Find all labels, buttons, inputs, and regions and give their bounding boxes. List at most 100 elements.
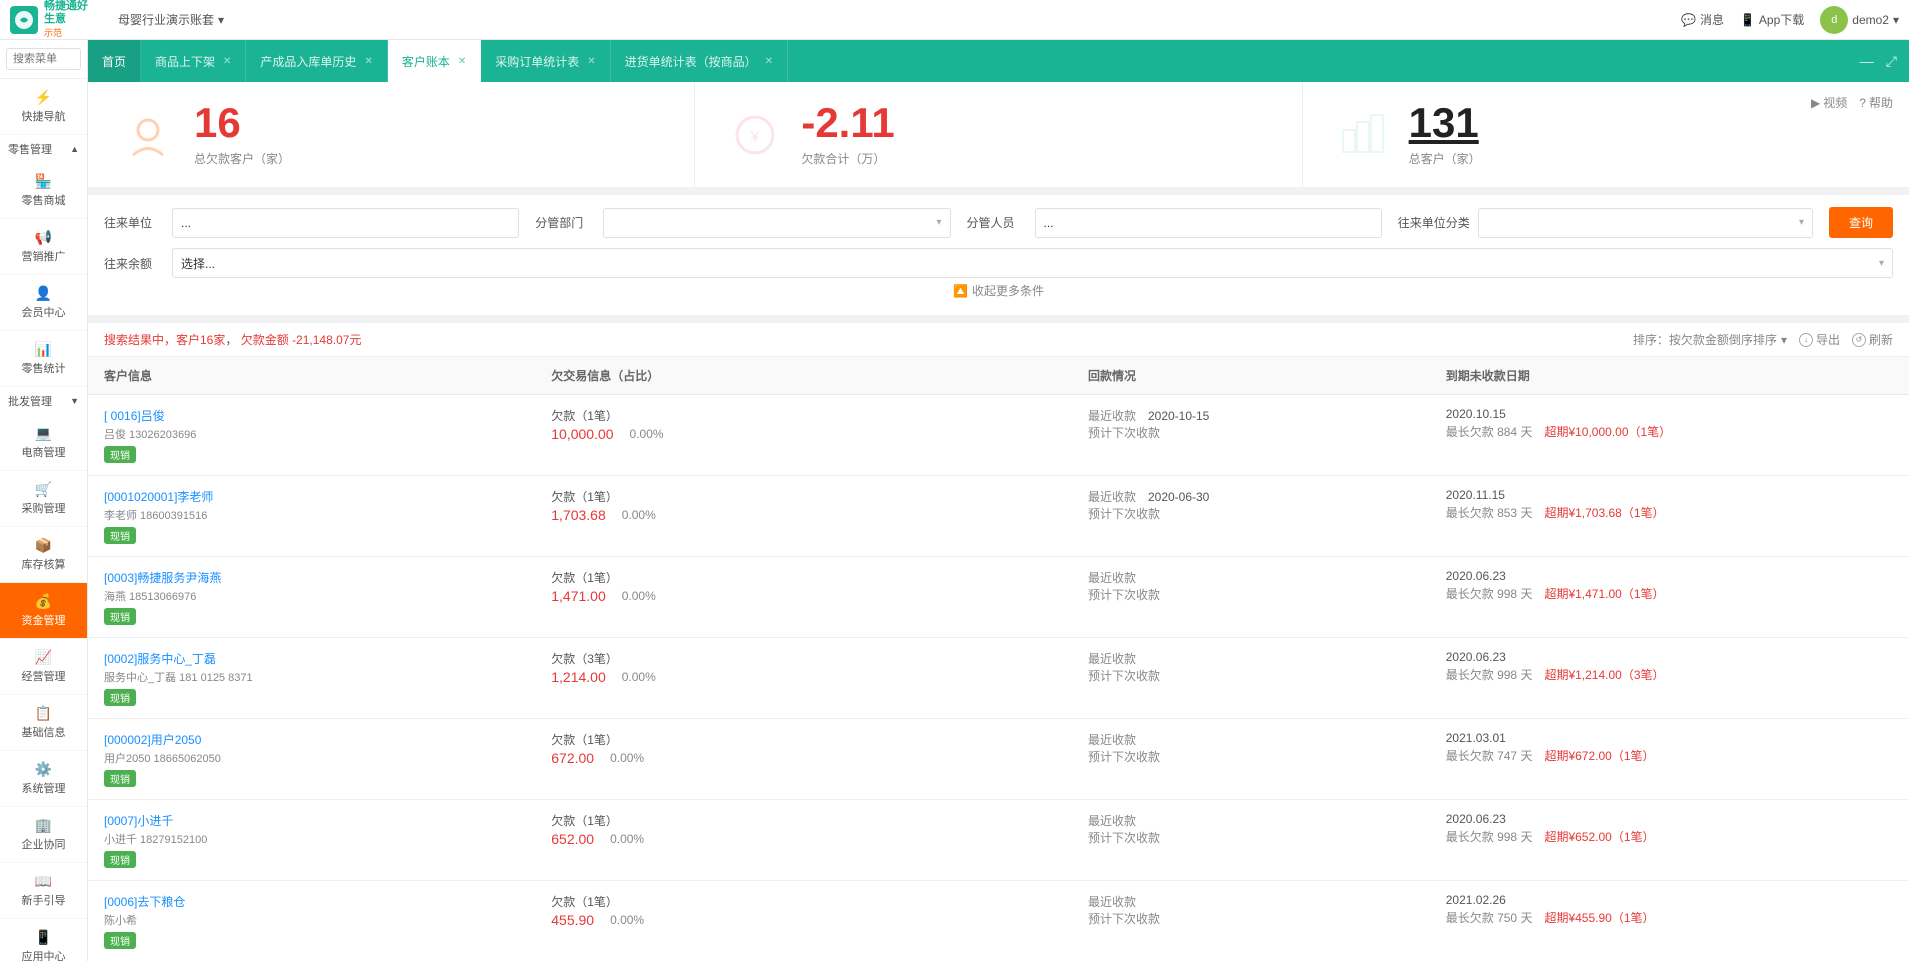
balance-placeholder: 选择... [181,255,215,272]
tab-bar-end: — ⤢ [1856,49,1909,74]
sidebar-item-enterprise[interactable]: 🏢 企业协同 [0,807,87,863]
sidebar-item-operations[interactable]: 📈 经营管理 [0,639,87,695]
tab-label: 采购订单统计表 [495,53,579,70]
message-btn[interactable]: 💬 消息 [1681,11,1724,28]
overdue-date: 2020.10.15 [1446,407,1893,421]
sidebar-item-label: 基础信息 [22,724,66,740]
sidebar-item-purchase[interactable]: 🛒 采购管理 [0,471,87,527]
overdue-amount-link[interactable]: 超期¥1,471.00（1笔） [1544,587,1664,601]
industry-selector[interactable]: 母婴行业演示账套 ▾ [118,11,224,28]
tab-customer-account[interactable]: 客户账本 ✕ [388,40,481,82]
finance-icon: 💰 [35,593,52,610]
sidebar-item-finance[interactable]: 💰 资金管理 [0,583,87,639]
results-bar: 搜索结果中，客户16家， 欠款金额 -21,148.07元 排序：按欠款金额倒序… [88,323,1909,357]
sidebar-item-retail-store[interactable]: 🏪 零售商城 [0,163,87,219]
sidebar-item-label: 企业协同 [22,836,66,852]
customer-phone: 小进千 18279152100 [104,831,551,847]
debt-amount-icon: ¥ [725,105,785,165]
customer-name-link[interactable]: [ 0016]吕俊 [104,409,165,423]
recovery-info: 最近收款 2020-06-30 预计下次收款 [1088,488,1446,522]
tab-home-label: 首页 [102,53,126,70]
tab-production-history[interactable]: 产成品入库单历史 ✕ [246,40,387,82]
customer-name-link[interactable]: [0002]服务中心_丁磊 [104,652,216,666]
user-menu-btn[interactable]: d demo2 ▾ [1820,6,1899,34]
tab-product-status[interactable]: 商品上下架 ✕ [141,40,246,82]
overdue-days: 最长欠款 884 天 超期¥10,000.00（1笔） [1446,423,1893,440]
sidebar-item-app-center[interactable]: 📱 应用中心 [0,919,87,961]
sidebar-item-retail-stats[interactable]: 📊 零售统计 [0,331,87,387]
debt-amount-label: 欠款合计（万） [801,150,894,167]
customer-tag: 现销 [104,446,136,463]
customer-name-link[interactable]: [0003]畅捷服务尹海燕 [104,571,221,585]
overdue-amount-link[interactable]: 超期¥672.00（1笔） [1544,749,1654,763]
sidebar-item-new-guide[interactable]: 📖 新手引导 [0,863,87,919]
ecommerce-icon: 💻 [35,425,52,442]
sort-arrow-icon: ▾ [1781,333,1787,347]
video-btn[interactable]: ▶ 视频 [1811,94,1847,111]
department-select[interactable]: ▾ [603,208,950,238]
sidebar-item-quick-nav[interactable]: ⚡ 快捷导航 [0,79,87,135]
sidebar-item-marketing[interactable]: 📢 营销推广 [0,219,87,275]
overdue-amount-link[interactable]: 超期¥10,000.00（1笔） [1544,425,1671,439]
debt-info: 欠款（1笔） 672.00 0.00% [551,731,1088,766]
tab-close-icon[interactable]: ✕ [364,56,372,67]
collapse-btn[interactable]: 🔼 收起更多条件 [953,282,1044,299]
sidebar-search-input[interactable] [6,48,81,70]
customer-unit-input[interactable]: ... [172,208,519,238]
tab-home[interactable]: 首页 [88,40,141,82]
recovery-next: 预计下次收款 [1088,505,1446,522]
customer-tag: 现销 [104,770,136,787]
manager-input[interactable]: ... [1035,208,1382,238]
customer-tag: 现销 [104,851,136,868]
overdue-info: 2020.06.23 最长欠款 998 天 超期¥1,471.00（1笔） [1446,569,1893,602]
logo-area: 畅捷通好生意 示范 [10,0,98,39]
recovery-info: 最近收款 预计下次收款 [1088,569,1446,603]
customer-name-link[interactable]: [000002]用户2050 [104,733,201,747]
customer-name-link[interactable]: [0007]小进千 [104,814,173,828]
sidebar-item-batch-mgmt[interactable]: 批发管理 ▼ [0,387,87,415]
enterprise-icon: 🏢 [35,817,52,834]
sidebar-item-system[interactable]: ⚙️ 系统管理 [0,751,87,807]
overdue-amount-link[interactable]: 超期¥652.00（1笔） [1544,830,1654,844]
overdue-amount-link[interactable]: 超期¥1,214.00（3笔） [1544,668,1664,682]
help-btn[interactable]: ? 帮助 [1859,94,1893,111]
search-button[interactable]: 查询 [1829,207,1893,238]
tab-close-icon[interactable]: ✕ [587,56,595,67]
tab-close-icon[interactable]: ✕ [765,56,773,67]
sort-select[interactable]: 排序：按欠款金额倒序排序 ▾ [1633,331,1787,348]
tab-expand-icon[interactable]: ⤢ [1882,49,1901,74]
overdue-days: 最长欠款 853 天 超期¥1,703.68（1笔） [1446,504,1893,521]
sidebar-item-ecommerce[interactable]: 💻 电商管理 [0,415,87,471]
tab-close-icon[interactable]: ✕ [223,56,231,67]
sidebar-item-retail-mgmt[interactable]: 零售管理 ▲ [0,135,87,163]
debt-info: 欠款（1笔） 455.90 0.00% [551,893,1088,928]
export-btn[interactable]: ↓ 导出 [1799,331,1840,348]
overdue-amount-link[interactable]: 超期¥1,703.68（1笔） [1544,506,1664,520]
total-customers-number: 131 [1409,102,1481,144]
balance-select[interactable]: 选择... ▾ [172,248,1893,278]
customer-phone: 吕俊 13026203696 [104,426,551,442]
sidebar-item-basic-info[interactable]: 📋 基础信息 [0,695,87,751]
unit-category-select[interactable]: ▾ [1478,208,1813,238]
debt-amount: 1,471.00 [551,588,606,604]
debt-percent: 0.00% [622,670,656,684]
export-icon: ↓ [1799,333,1813,347]
sidebar-item-inventory[interactable]: 📦 库存核算 [0,527,87,583]
overdue-amount-link[interactable]: 超期¥455.90（1笔） [1544,911,1654,925]
customer-phone: 李老师 18600391516 [104,507,551,523]
inventory-icon: 📦 [35,537,52,554]
customer-phone: 用户2050 18665062050 [104,750,551,766]
customer-name-link[interactable]: [0001020001]李老师 [104,490,213,504]
recovery-label: 最近收款 [1088,409,1148,423]
sidebar-item-member[interactable]: 👤 会员中心 [0,275,87,331]
refresh-btn[interactable]: ↺ 刷新 [1852,331,1893,348]
app-logo-icon [10,6,38,34]
customer-name-link[interactable]: [0006]去下粮仓 [104,895,185,909]
tab-purchase-order[interactable]: 采购订单统计表 ✕ [481,40,610,82]
app-download-btn[interactable]: 📱 App下载 [1740,11,1804,28]
tab-collapse-icon[interactable]: — [1856,49,1878,73]
balance-label: 往来余额 [104,255,164,272]
tab-close-icon[interactable]: ✕ [458,56,466,67]
recovery-date: 2020-06-30 [1148,490,1209,504]
tab-purchase-stats[interactable]: 进货单统计表（按商品） ✕ [611,40,788,82]
